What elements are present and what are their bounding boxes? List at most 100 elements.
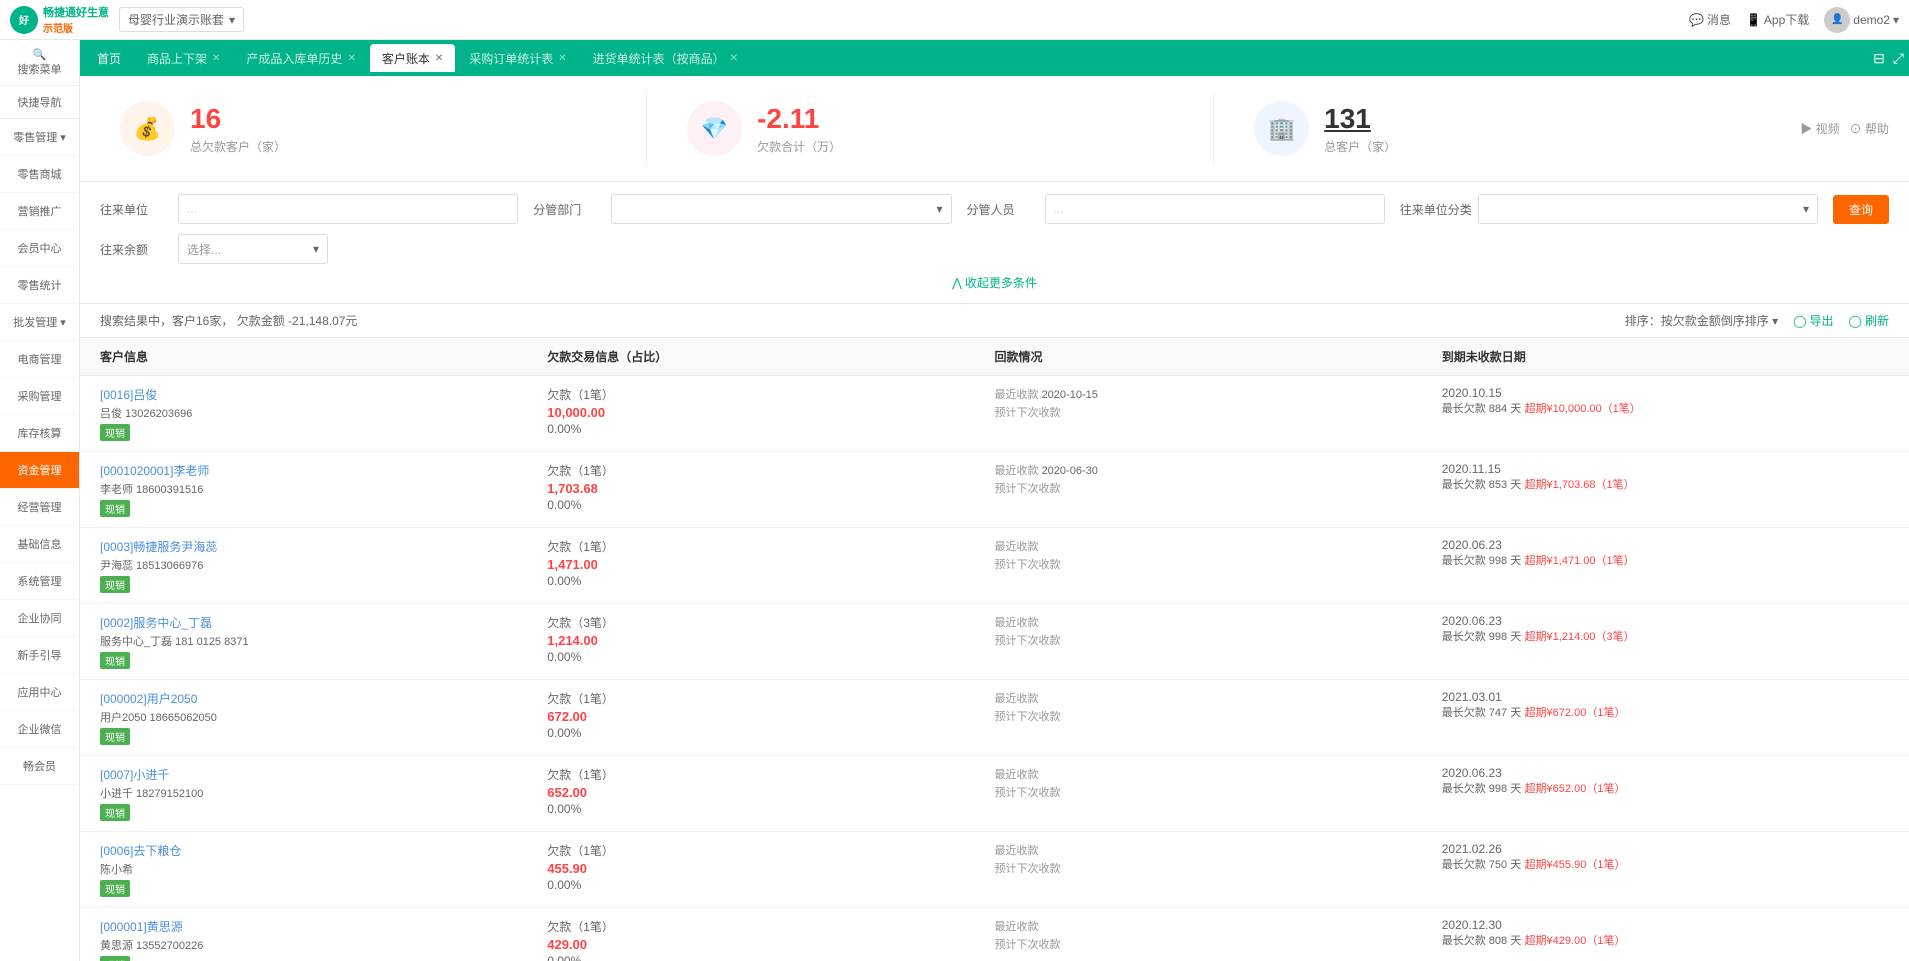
- close-icon[interactable]: ✕: [435, 53, 443, 64]
- debt-amount-5[interactable]: 652.00: [547, 785, 994, 800]
- store-selector[interactable]: 母婴行业演示账套 ▾: [119, 7, 244, 32]
- debt-amount-7[interactable]: 429.00: [547, 937, 994, 952]
- sidebar-item-basic-info[interactable]: 基础信息: [0, 526, 79, 563]
- overdue-link-1[interactable]: 超期¥1,703.68（1笔）: [1525, 479, 1635, 491]
- app-download-button[interactable]: 📱 App下载: [1746, 11, 1809, 28]
- tab-home[interactable]: 首页: [85, 44, 133, 72]
- help-icon: ⊙: [1850, 122, 1862, 136]
- close-icon[interactable]: ✕: [212, 53, 220, 64]
- return-next-2: 预计下次收款: [995, 556, 1442, 572]
- overdue-days-2: 最长欠款 998 天 超期¥1,471.00（1笔）: [1442, 552, 1889, 568]
- sidebar-item-ecommerce[interactable]: 电商管理: [0, 341, 79, 378]
- collapse-filter-button[interactable]: ⋀ 收起更多条件: [100, 274, 1889, 291]
- table-row: [0001020001]李老师 李老师 18600391516 现销 欠款（1笔…: [80, 452, 1909, 528]
- sort-label[interactable]: 排序：按欠款金额倒序排序 ▾: [1625, 312, 1778, 329]
- sidebar-item-marketing[interactable]: 营销推广: [0, 193, 79, 230]
- sidebar-item-batch-mgmt[interactable]: 批发管理 ▾: [0, 304, 79, 341]
- sidebar-item-retail-mgmt[interactable]: 零售管理 ▾: [0, 119, 79, 156]
- sidebar-item-app-center[interactable]: 应用中心: [0, 674, 79, 711]
- sidebar-item-retail-store[interactable]: 零售商城: [0, 156, 79, 193]
- sidebar-item-vip-member[interactable]: 畅会员: [0, 748, 79, 785]
- overdue-link-3[interactable]: 超期¥1,214.00（3笔）: [1525, 631, 1635, 643]
- help-button[interactable]: ⊙ 帮助: [1850, 120, 1889, 137]
- overdue-link-2[interactable]: 超期¥1,471.00（1笔）: [1525, 555, 1635, 567]
- debt-amount-4[interactable]: 672.00: [547, 709, 994, 724]
- message-button[interactable]: 💬 消息: [1689, 11, 1731, 28]
- sidebar-item-enterprise-wechat[interactable]: 企业微信: [0, 711, 79, 748]
- overdue-link-6[interactable]: 超期¥455.90（1笔）: [1525, 859, 1626, 871]
- tab-production-history[interactable]: 产成品入库单历史 ✕: [234, 44, 367, 72]
- return-next-6: 预计下次收款: [995, 860, 1442, 876]
- debt-amount-0[interactable]: 10,000.00: [547, 405, 994, 420]
- stat-icon-money: 💰: [120, 101, 175, 156]
- debt-amount-6[interactable]: 455.90: [547, 861, 994, 876]
- sidebar-item-enterprise[interactable]: 企业协同: [0, 600, 79, 637]
- phone-icon: 📱: [1746, 13, 1761, 27]
- dept-select[interactable]: ▾: [611, 194, 951, 224]
- overdue-link-5[interactable]: 超期¥652.00（1笔）: [1525, 783, 1626, 795]
- debt-count-6: 欠款（1笔）: [547, 842, 994, 859]
- search-button[interactable]: 查询: [1833, 195, 1889, 224]
- manager-input[interactable]: ...: [1045, 194, 1385, 224]
- expand-icon[interactable]: ⤢: [1893, 50, 1904, 67]
- sidebar-item-quick-nav[interactable]: 快捷导航: [0, 86, 79, 119]
- sidebar-item-inventory[interactable]: 库存核算: [0, 415, 79, 452]
- sidebar-item-search[interactable]: 🔍 搜索菜单: [0, 40, 79, 86]
- customer-name-5[interactable]: [0007]小进千: [100, 766, 547, 783]
- overdue-link-0[interactable]: 超期¥10,000.00（1笔）: [1525, 403, 1641, 415]
- user-menu[interactable]: 👤 demo2 ▾: [1824, 7, 1899, 33]
- top-bar-left: 好 畅捷通好生意 示范版 母婴行业演示账套 ▾: [10, 4, 244, 35]
- unit-type-select[interactable]: ▾: [1478, 194, 1818, 224]
- tab-purchase-order[interactable]: 采购订单统计表 ✕: [457, 44, 578, 72]
- overdue-link-4[interactable]: 超期¥672.00（1笔）: [1525, 707, 1626, 719]
- stat-info-2: -2.11 欠款合计（万）: [757, 103, 1193, 155]
- close-icon[interactable]: ✕: [558, 53, 566, 64]
- customer-name-4[interactable]: [000002]用户2050: [100, 690, 547, 707]
- sidebar-item-system[interactable]: 系统管理: [0, 563, 79, 600]
- close-icon[interactable]: ✕: [347, 53, 355, 64]
- sidebar: 🔍 搜索菜单 快捷导航 零售管理 ▾ 零售商城 营销推广 会员中心 零售统计 批…: [0, 40, 80, 961]
- tab-products-off[interactable]: 商品上下架 ✕: [135, 44, 232, 72]
- tab-purchase-stats[interactable]: 进货单统计表（按商品） ✕: [581, 44, 750, 72]
- sidebar-item-retail-stats[interactable]: 零售统计: [0, 267, 79, 304]
- customer-name-6[interactable]: [0006]去下粮仓: [100, 842, 547, 859]
- customer-tag-4: 现销: [100, 728, 130, 745]
- stat-icon-building: 🏢: [1254, 101, 1309, 156]
- customer-name-7[interactable]: [000001]黄思源: [100, 918, 547, 935]
- sidebar-item-purchase[interactable]: 采购管理: [0, 378, 79, 415]
- debt-amount-2[interactable]: 1,471.00: [547, 557, 994, 572]
- sidebar-item-members[interactable]: 会员中心: [0, 230, 79, 267]
- overdue-link-7[interactable]: 超期¥429.00（1笔）: [1525, 935, 1626, 947]
- sidebar-item-finance[interactable]: 资金管理: [0, 452, 79, 489]
- overdue-info-0: 2020.10.15 最长欠款 884 天 超期¥10,000.00（1笔）: [1442, 386, 1889, 416]
- logo-area: 好 畅捷通好生意 示范版: [10, 4, 109, 35]
- debt-percent-1: 0.00%: [547, 498, 994, 512]
- source-unit-input[interactable]: ...: [178, 194, 518, 224]
- stats-area: 💰 16 总欠款客户（家） 💎 -2.11 欠款合计（万） 🏢: [80, 76, 1909, 182]
- refresh-button[interactable]: ◯ 刷新: [1849, 312, 1889, 329]
- customer-name-1[interactable]: [0001020001]李老师: [100, 462, 547, 479]
- sidebar-item-new-guide[interactable]: 新手引导: [0, 637, 79, 674]
- sidebar-item-operations[interactable]: 经营管理: [0, 489, 79, 526]
- tab-customer-account[interactable]: 客户账本 ✕: [370, 44, 455, 72]
- filter-source-unit: 往来单位 ...: [100, 194, 518, 224]
- customer-name-3[interactable]: [0002]服务中心_丁磊: [100, 614, 547, 631]
- overdue-days-5: 最长欠款 998 天 超期¥652.00（1笔）: [1442, 780, 1889, 796]
- message-icon: 💬: [1689, 13, 1704, 27]
- debt-info-7: 欠款（1笔） 429.00 0.00%: [547, 918, 994, 961]
- debt-amount-3[interactable]: 1,214.00: [547, 633, 994, 648]
- debt-amount-1[interactable]: 1,703.68: [547, 481, 994, 496]
- export-button[interactable]: ◯ 导出: [1793, 312, 1833, 329]
- customer-name-0[interactable]: [0016]吕俊: [100, 386, 547, 403]
- video-button[interactable]: ▶ 视频: [1800, 120, 1839, 137]
- debt-count-5: 欠款（1笔）: [547, 766, 994, 783]
- overdue-info-2: 2020.06.23 最长欠款 998 天 超期¥1,471.00（1笔）: [1442, 538, 1889, 568]
- balance-select[interactable]: 选择... ▾: [178, 234, 328, 264]
- close-icon[interactable]: ✕: [730, 53, 738, 64]
- customer-name-2[interactable]: [0003]畅捷服务尹海蕊: [100, 538, 547, 555]
- debt-count-1: 欠款（1笔）: [547, 462, 994, 479]
- debt-percent-3: 0.00%: [547, 650, 994, 664]
- collapse-tabs-icon[interactable]: ⊟: [1873, 50, 1885, 67]
- stat-number-total-customers: 131: [1324, 103, 1760, 135]
- return-latest-2: 最近收款: [995, 538, 1442, 554]
